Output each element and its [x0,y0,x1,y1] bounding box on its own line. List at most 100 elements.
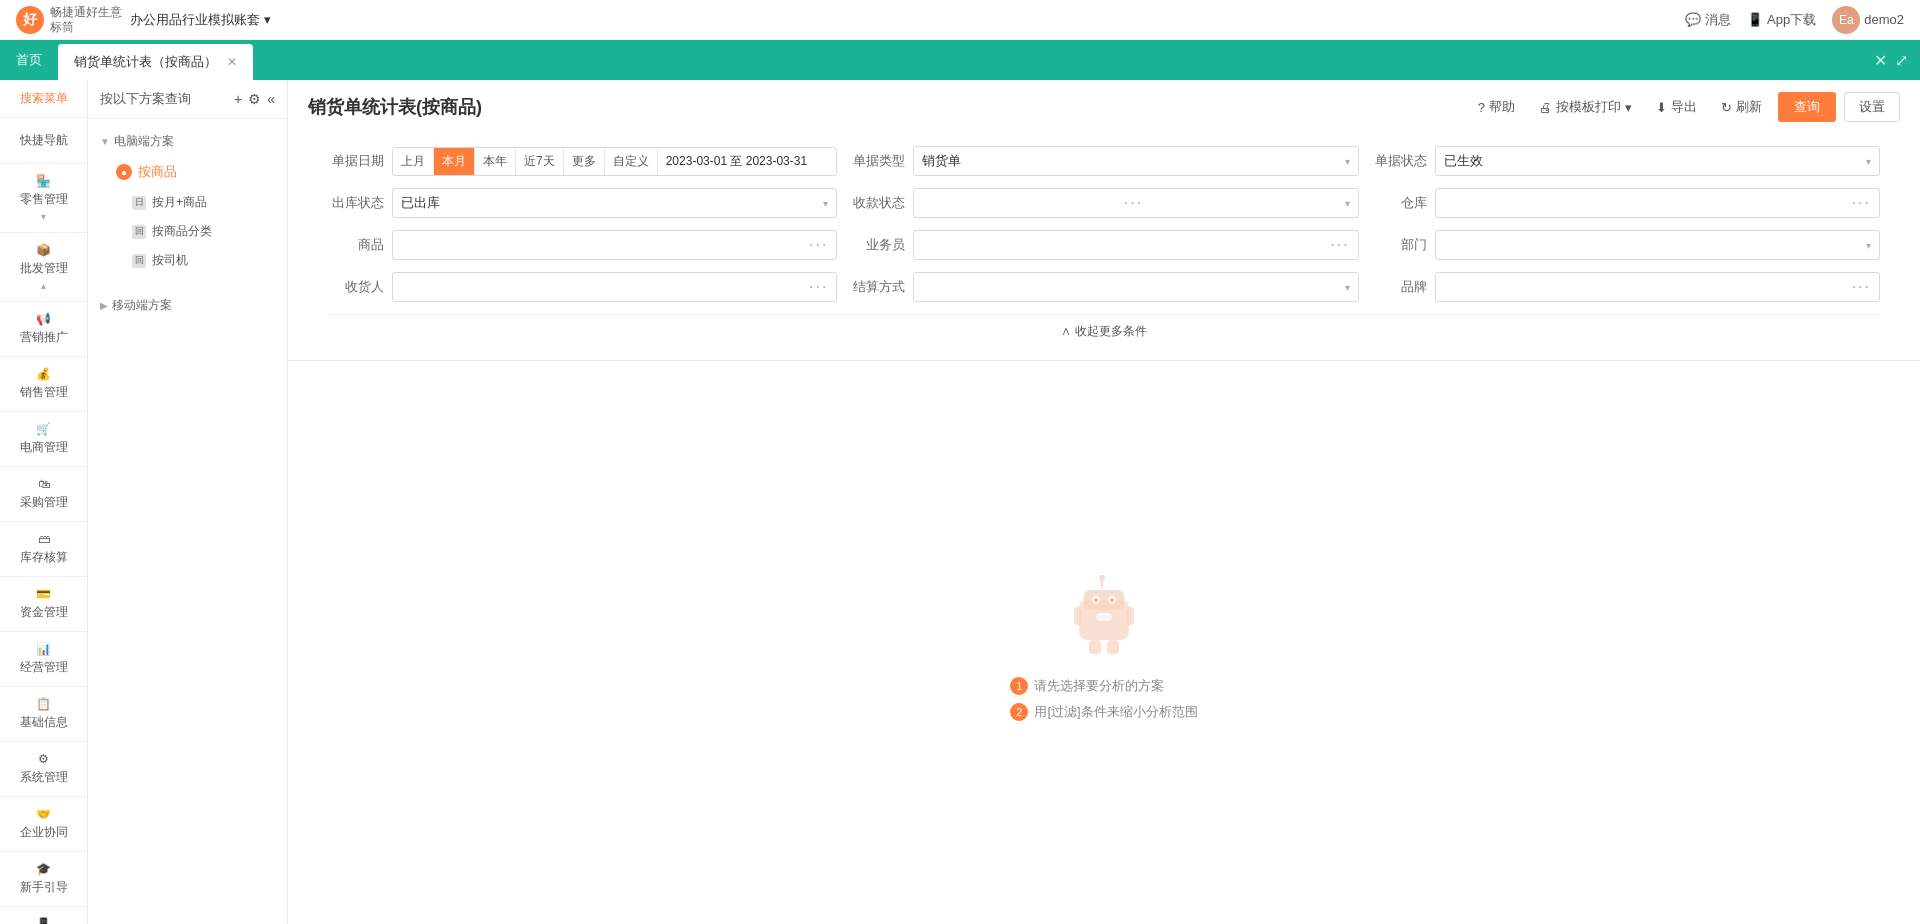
sidebar-item-wholesale[interactable]: 📦 批发管理 ▴ [0,233,87,302]
scheme-item-by-month-goods[interactable]: 日 按月+商品 [88,188,287,217]
filter-staff: 业务员 ··· [849,230,1358,260]
settings-scheme-btn[interactable]: ⚙ [248,91,261,107]
goods-control[interactable]: ··· [392,230,837,260]
left-panel: 按以下方案查询 + ⚙ « ▼ 电脑端方案 ● 按商品 日 按月+ [88,80,288,924]
warehouse-control[interactable]: ··· [1435,188,1880,218]
type-control[interactable]: 销货单 ▾ [913,146,1358,176]
chevron-down-icon: ▾ [1345,198,1350,209]
dots-icon: ··· [1124,194,1143,212]
sidebar-item-retail[interactable]: 🏪 零售管理 ▾ [0,164,87,233]
marketing-icon: 📢 [36,312,51,326]
date-btn-this-month[interactable]: 本月 [434,148,475,175]
sidebar-item-appcenter[interactable]: 📱 应用中心 [0,907,87,924]
sidebar-item-newbie[interactable]: 🎓 新手引导 [0,852,87,907]
dept-control[interactable]: ▾ [1435,230,1880,260]
avatar: Ea [1832,6,1860,34]
retail-icon: 🏪 [36,174,51,188]
paystatus-control[interactable]: ··· ▾ [913,188,1358,218]
query-btn[interactable]: 查询 [1778,92,1836,122]
sidebar-item-enterprise[interactable]: 🤝 企业协同 [0,797,87,852]
svg-rect-8 [1126,607,1134,625]
sidebar-item-system[interactable]: ⚙ 系统管理 [0,742,87,797]
settings-btn[interactable]: 设置 [1844,92,1900,122]
scheme-item-by-category[interactable]: 回 按商品分类 [88,217,287,246]
refresh-btn[interactable]: ↻ 刷新 [1713,94,1770,120]
sidebar-search[interactable]: 搜索菜单 [0,80,87,118]
message-btn[interactable]: 💬 消息 [1685,11,1731,29]
sub-icon-2: 回 [132,225,146,239]
sidebar-item-basic[interactable]: 📋 基础信息 [0,687,87,742]
purchase-icon: 🛍 [38,477,50,491]
empty-tip-2: 2 用[过滤]条件来缩小分析范围 [1010,703,1197,721]
tab-stats[interactable]: 销货单统计表（按商品） ✕ [58,44,253,80]
chevron-down-icon: ▾ [264,12,271,27]
help-icon: ? [1478,100,1485,115]
logo-icon: 好 [16,6,44,34]
scheme-item-by-driver[interactable]: 回 按司机 [88,246,287,275]
brand-control[interactable]: ··· [1435,272,1880,302]
filter-warehouse: 仓库 ··· [1371,188,1880,218]
scheme-group-mobile[interactable]: ▶ 移动端方案 [88,291,287,320]
tab-expand-action[interactable]: ⤢ [1895,51,1908,70]
scheme-item-by-goods[interactable]: ● 按商品 [88,156,287,188]
date-btn-this-year[interactable]: 本年 [475,148,516,175]
active-scheme-icon: ● [116,164,132,180]
app-selector[interactable]: 办公用品行业模拟账套 ▾ [130,11,271,29]
sidebar-item-inventory[interactable]: 🗃 库存核算 [0,522,87,577]
ecommerce-icon: 🛒 [36,422,51,436]
logo-area: 好 畅捷通好生意 标筒 [16,5,122,34]
staff-control[interactable]: ··· [913,230,1358,260]
sub-icon-1: 日 [132,196,146,210]
tab-home[interactable]: 首页 [0,40,58,80]
sidebar-item-purchase[interactable]: 🛍 采购管理 [0,467,87,522]
receiver-control[interactable]: ··· [392,272,837,302]
brand-label: 品牌 [1371,278,1427,296]
dots-icon: ··· [809,278,828,296]
warehouse-label: 仓库 [1371,194,1427,212]
user-menu[interactable]: Ea demo2 [1832,6,1904,34]
sidebar-item-ecommerce[interactable]: 🛒 电商管理 [0,412,87,467]
collapse-bar[interactable]: ∧ 收起更多条件 [328,314,1880,348]
main-layout: 搜索菜单 快捷导航 🏪 零售管理 ▾ 📦 批发管理 ▴ 📢 营销推广 💰 销售管… [0,80,1920,924]
outstatus-control[interactable]: 已出库 ▾ [392,188,837,218]
svg-rect-10 [1107,640,1119,654]
tab-close-icon[interactable]: ✕ [227,55,237,69]
app-download-btn[interactable]: 📱 App下载 [1747,11,1816,29]
receiver-label: 收货人 [328,278,384,296]
type-value: 销货单 [922,152,961,170]
chevron-right-icon: ▶ [100,300,108,311]
filter-area: 单据日期 上月 本月 本年 近7天 更多 自定义 2023-03-01 至 20… [308,134,1900,360]
top-bar-right: 💬 消息 📱 App下载 Ea demo2 [1685,6,1904,34]
sidebar-item-finance[interactable]: 💳 资金管理 [0,577,87,632]
filter-dept: 部门 ▾ [1371,230,1880,260]
sidebar: 搜索菜单 快捷导航 🏪 零售管理 ▾ 📦 批发管理 ▴ 📢 营销推广 💰 销售管… [0,80,88,924]
settle-control[interactable]: ▾ [913,272,1358,302]
sidebar-item-quicknav[interactable]: 快捷导航 [0,124,87,157]
date-btn-last-month[interactable]: 上月 [393,148,434,175]
appcenter-icon: 📱 [36,917,51,924]
sidebar-item-marketing[interactable]: 📢 营销推广 [0,302,87,357]
sidebar-item-operations[interactable]: 📊 经营管理 [0,632,87,687]
filter-settle: 结算方式 ▾ [849,272,1358,302]
pay-label: 收款状态 [849,194,905,212]
add-scheme-btn[interactable]: + [234,91,242,107]
date-btn-more[interactable]: 更多 [564,148,605,175]
collapse-panel-btn[interactable]: « [267,91,275,107]
settle-label: 结算方式 [849,278,905,296]
tab-close-action[interactable]: ✕ [1874,51,1887,70]
scheme-group-pc[interactable]: ▼ 电脑端方案 [88,127,287,156]
status-control[interactable]: 已生效 ▾ [1435,146,1880,176]
filter-receiver: 收货人 ··· [328,272,837,302]
svg-rect-9 [1089,640,1101,654]
sidebar-item-sales[interactable]: 💰 销售管理 [0,357,87,412]
date-btn-7days[interactable]: 近7天 [516,148,564,175]
tip-num-2: 2 [1010,703,1028,721]
date-btn-custom[interactable]: 自定义 [605,148,658,175]
help-btn[interactable]: ? 帮助 [1470,94,1523,120]
chevron-icon: ▴ [41,280,46,291]
print-btn[interactable]: 🖨 按模板打印 ▾ [1531,94,1640,120]
chevron-down-icon: ▾ [1345,282,1350,293]
export-btn[interactable]: ⬇ 导出 [1648,94,1705,120]
system-icon: ⚙ [38,752,49,766]
page-title: 销货单统计表(按商品) [308,95,482,119]
